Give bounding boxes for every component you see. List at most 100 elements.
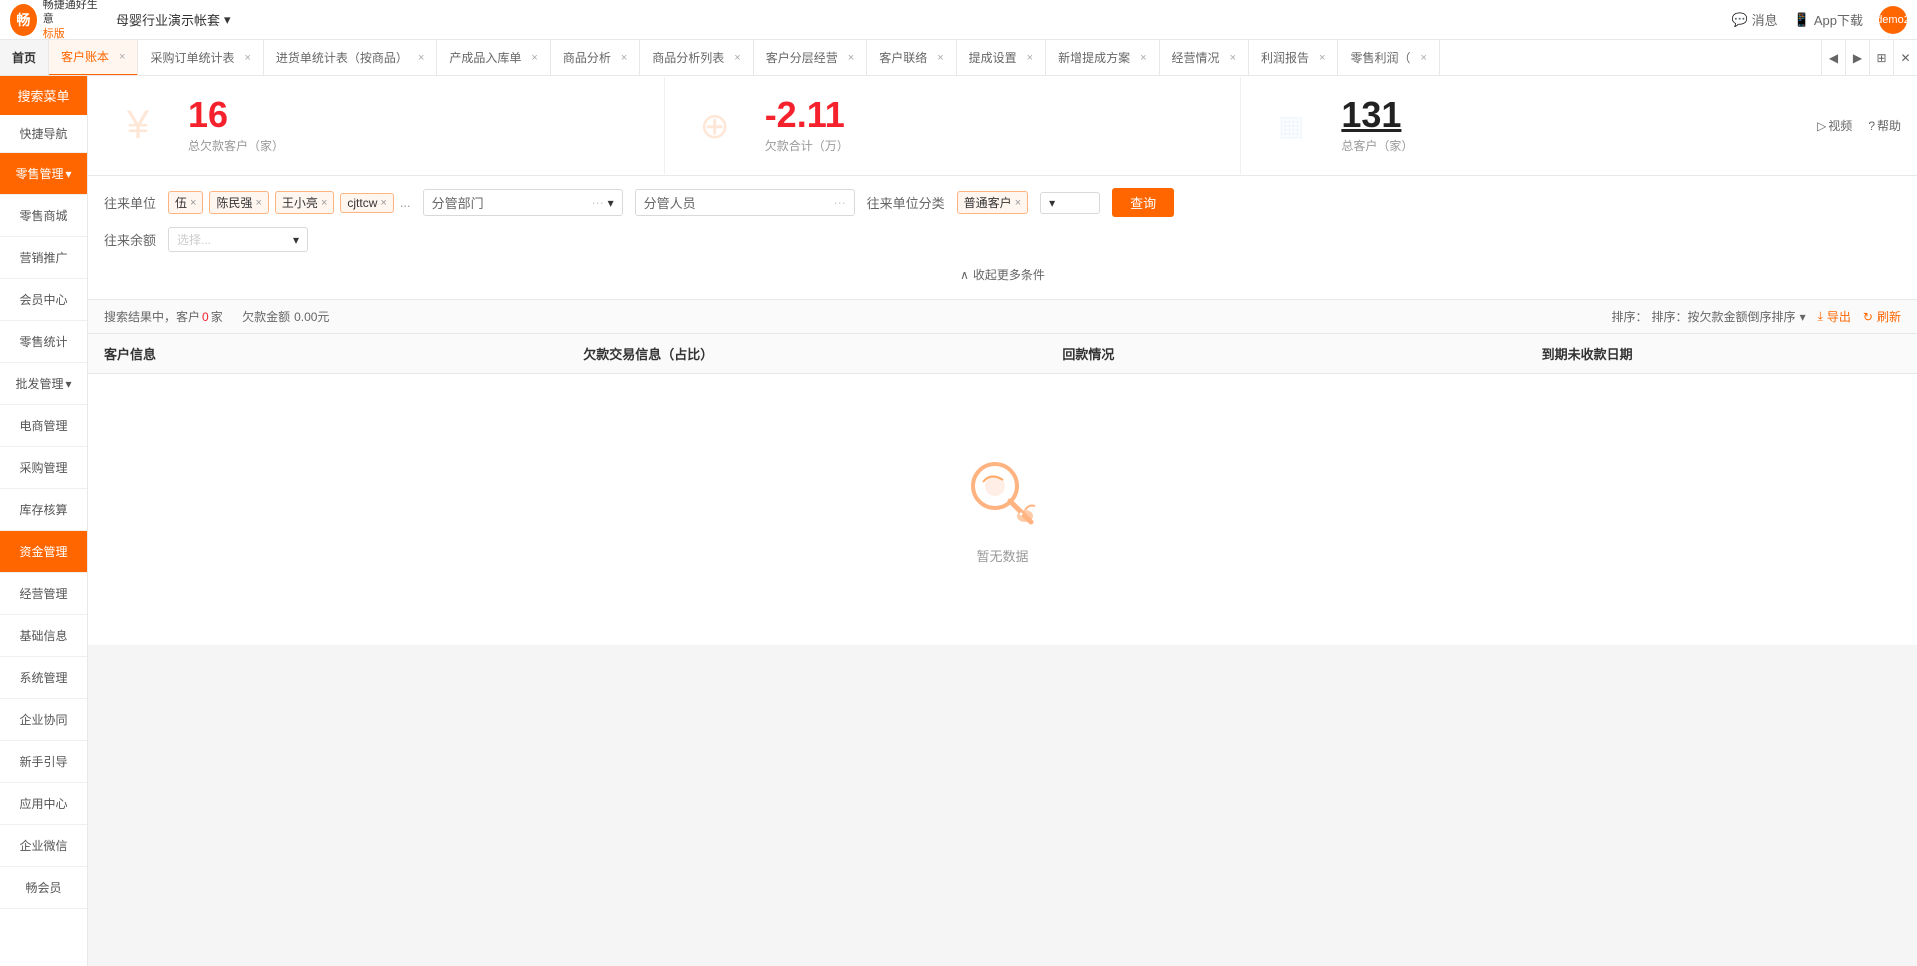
close-tab-customer-contact[interactable]: × (937, 52, 943, 64)
summary-card-owe-customers: ¥ 16 总欠款客户（家） (88, 77, 665, 174)
tab-product-analysis[interactable]: 商品分析 × (551, 40, 640, 76)
table-container: 客户信息 欠款交易信息（占比） 回款情况 到期未收款日期 暂无数据 (88, 334, 1917, 645)
filter-tag-chenminqiang[interactable]: 陈民强 × (209, 191, 268, 214)
tab-improve-settings[interactable]: 提成设置 × (957, 40, 1046, 76)
sidebar-item-marketing[interactable]: 营销推广 (0, 237, 87, 279)
department-selector[interactable]: 分管部门 ⋯ ▾ (423, 189, 623, 216)
sidebar-item-inventory[interactable]: 库存核算 (0, 489, 87, 531)
col-header-client: 客户信息 (104, 344, 583, 363)
download-icon: 📱 (1794, 12, 1810, 28)
query-button[interactable]: 查询 (1112, 188, 1174, 217)
tab-retail-profit[interactable]: 零售利润（ × (1338, 40, 1439, 76)
company-selector[interactable]: 母婴行业演示帐套 ▾ (116, 10, 231, 29)
close-tab-retail-profit[interactable]: × (1420, 52, 1426, 64)
close-tab-customer-layer[interactable]: × (848, 52, 854, 64)
video-link[interactable]: ▷ 视频 (1817, 117, 1852, 134)
sort-button[interactable]: 排序： 排序：按欠款金额倒序排序 ▾ (1612, 308, 1806, 325)
export-button[interactable]: ⤓ 导出 (1818, 308, 1851, 325)
sidebar-item-finance-mgmt[interactable]: 资金管理 (0, 531, 87, 573)
unit-class-dropdown[interactable]: ▾ (1040, 192, 1100, 214)
play-icon: ▷ (1817, 119, 1826, 133)
filter-more-btn[interactable]: ... (400, 195, 411, 210)
sidebar-item-new-guide[interactable]: 新手引导 (0, 741, 87, 783)
empty-state-icon (963, 454, 1043, 534)
message-btn[interactable]: 💬 消息 (1731, 10, 1777, 29)
sidebar-item-retail-mall[interactable]: 零售商城 (0, 195, 87, 237)
tab-purchase-order-stat[interactable]: 采购订单统计表 × (138, 40, 263, 76)
logo-icon: 畅 (10, 4, 37, 36)
sidebar-search[interactable]: 搜索菜单 (0, 76, 87, 115)
tab-inbound-stat[interactable]: 进货单统计表（按商品） × (264, 40, 437, 76)
chevron-icon: ▾ (65, 377, 71, 391)
sidebar-item-business-mgmt[interactable]: 经营管理 (0, 573, 87, 615)
sidebar-item-enterprise-wechat[interactable]: 企业微信 (0, 825, 87, 867)
refresh-button[interactable]: ↻ 刷新 (1863, 308, 1901, 325)
sidebar-item-system-mgmt[interactable]: 系统管理 (0, 657, 87, 699)
close-tab-product-analysis[interactable]: × (621, 52, 627, 64)
tab-business-status[interactable]: 经营情况 × (1160, 40, 1249, 76)
sidebar-item-retail-mgmt[interactable]: 零售管理 ▾ (0, 153, 87, 195)
remove-tag-chen[interactable]: × (255, 197, 261, 209)
remove-tag-wu[interactable]: × (190, 197, 196, 209)
close-tab-improve[interactable]: × (1027, 52, 1033, 64)
remove-tag-wang[interactable]: × (321, 197, 327, 209)
balance-chevron: ▾ (293, 233, 299, 247)
content-area: ¥ 16 总欠款客户（家） ⊕ -2.11 欠款合计（万） ▦ 131 总 (88, 76, 1917, 966)
help-icon: ? (1868, 119, 1875, 133)
sidebar-item-app-center[interactable]: 应用中心 (0, 783, 87, 825)
tab-home[interactable]: 首页 (0, 40, 49, 76)
close-tab-inbound[interactable]: × (418, 52, 424, 64)
close-tab-customer-account[interactable]: × (119, 51, 125, 63)
close-tab-purchase[interactable]: × (244, 52, 250, 64)
nav-next-arrow[interactable]: ▶ (1845, 40, 1869, 76)
sidebar-item-member-center[interactable]: 会员中心 (0, 279, 87, 321)
close-tab-product-inbound[interactable]: × (531, 52, 537, 64)
user-avatar-btn[interactable]: demo2 (1879, 6, 1907, 34)
tab-product-inbound[interactable]: 产成品入库单 × (437, 40, 550, 76)
sidebar-item-purchase-mgmt[interactable]: 采购管理 (0, 447, 87, 489)
person-selector[interactable]: 分管人员 ⋯ (635, 189, 855, 216)
filter-tag-cjttcw[interactable]: cjttcw × (340, 193, 393, 213)
filter-tag-normal-customer[interactable]: 普通客户 × (957, 191, 1028, 214)
sidebar-item-ecommerce[interactable]: 电商管理 (0, 405, 87, 447)
app-download-btn[interactable]: 📱 App下载 (1794, 10, 1863, 29)
col-header-debt: 欠款交易信息（占比） (583, 344, 1062, 363)
tab-profit-report[interactable]: 利润报告 × (1249, 40, 1338, 76)
tab-customer-contact[interactable]: 客户联络 × (867, 40, 956, 76)
nav-close-all-icon[interactable]: ✕ (1893, 40, 1917, 76)
help-link[interactable]: ? 帮助 (1868, 117, 1901, 134)
close-tab-profit[interactable]: × (1319, 52, 1325, 64)
collapse-btn[interactable]: ∧ 收起更多条件 (960, 262, 1045, 287)
top-bar-left: 畅 畅捷通好生意 标版 母婴行业演示帐套 ▾ (10, 0, 231, 41)
chevron-down-icon: ▾ (224, 12, 231, 28)
sidebar-item-wholesale-mgmt[interactable]: 批发管理 ▾ (0, 363, 87, 405)
filter-row-1: 往来单位 伍 × 陈民强 × 王小亮 × cjttcw (104, 188, 1901, 217)
summary-card-total-customers: ▦ 131 总客户（家） (1241, 77, 1817, 174)
nav-prev-arrow[interactable]: ◀ (1821, 40, 1845, 76)
nav-expand-icon[interactable]: ⊞ (1869, 40, 1893, 76)
remove-tag-cjttcw[interactable]: × (380, 197, 386, 209)
filter-tag-wu[interactable]: 伍 × (168, 191, 203, 214)
close-tab-new-improve[interactable]: × (1140, 52, 1146, 64)
tab-new-improve[interactable]: 新增提成方案 × (1046, 40, 1159, 76)
sidebar-item-retail-stat[interactable]: 零售统计 (0, 321, 87, 363)
total-customers-icon: ▦ (1261, 96, 1321, 156)
owe-amount-icon: ⊕ (685, 96, 745, 156)
filter-tag-wangxiaoliang[interactable]: 王小亮 × (275, 191, 334, 214)
tab-customer-account[interactable]: 客户账本 × (49, 40, 138, 76)
balance-selector[interactable]: 选择... ▾ (168, 227, 308, 252)
tab-customer-layer[interactable]: 客户分层经营 × (754, 40, 867, 76)
sidebar-item-enterprise-collab[interactable]: 企业协同 (0, 699, 87, 741)
col-header-date: 到期未收款日期 (1542, 344, 1901, 363)
close-tab-product-list[interactable]: × (734, 52, 740, 64)
sidebar-quick-nav[interactable]: 快捷导航 (0, 115, 87, 153)
close-tab-business[interactable]: × (1230, 52, 1236, 64)
tab-product-analysis-list[interactable]: 商品分析列表 × (640, 40, 753, 76)
avatar: demo2 (1879, 6, 1907, 34)
result-bar-right: 排序： 排序：按欠款金额倒序排序 ▾ ⤓ 导出 ↻ 刷新 (1612, 308, 1901, 325)
filter-row-2: 往来余额 选择... ▾ (104, 227, 1901, 252)
from-unit-label: 往来单位 (104, 193, 156, 212)
remove-tag-normal[interactable]: × (1015, 197, 1021, 209)
sidebar-item-basic-info[interactable]: 基础信息 (0, 615, 87, 657)
sidebar-item-vip-member[interactable]: 畅会员 (0, 867, 87, 909)
